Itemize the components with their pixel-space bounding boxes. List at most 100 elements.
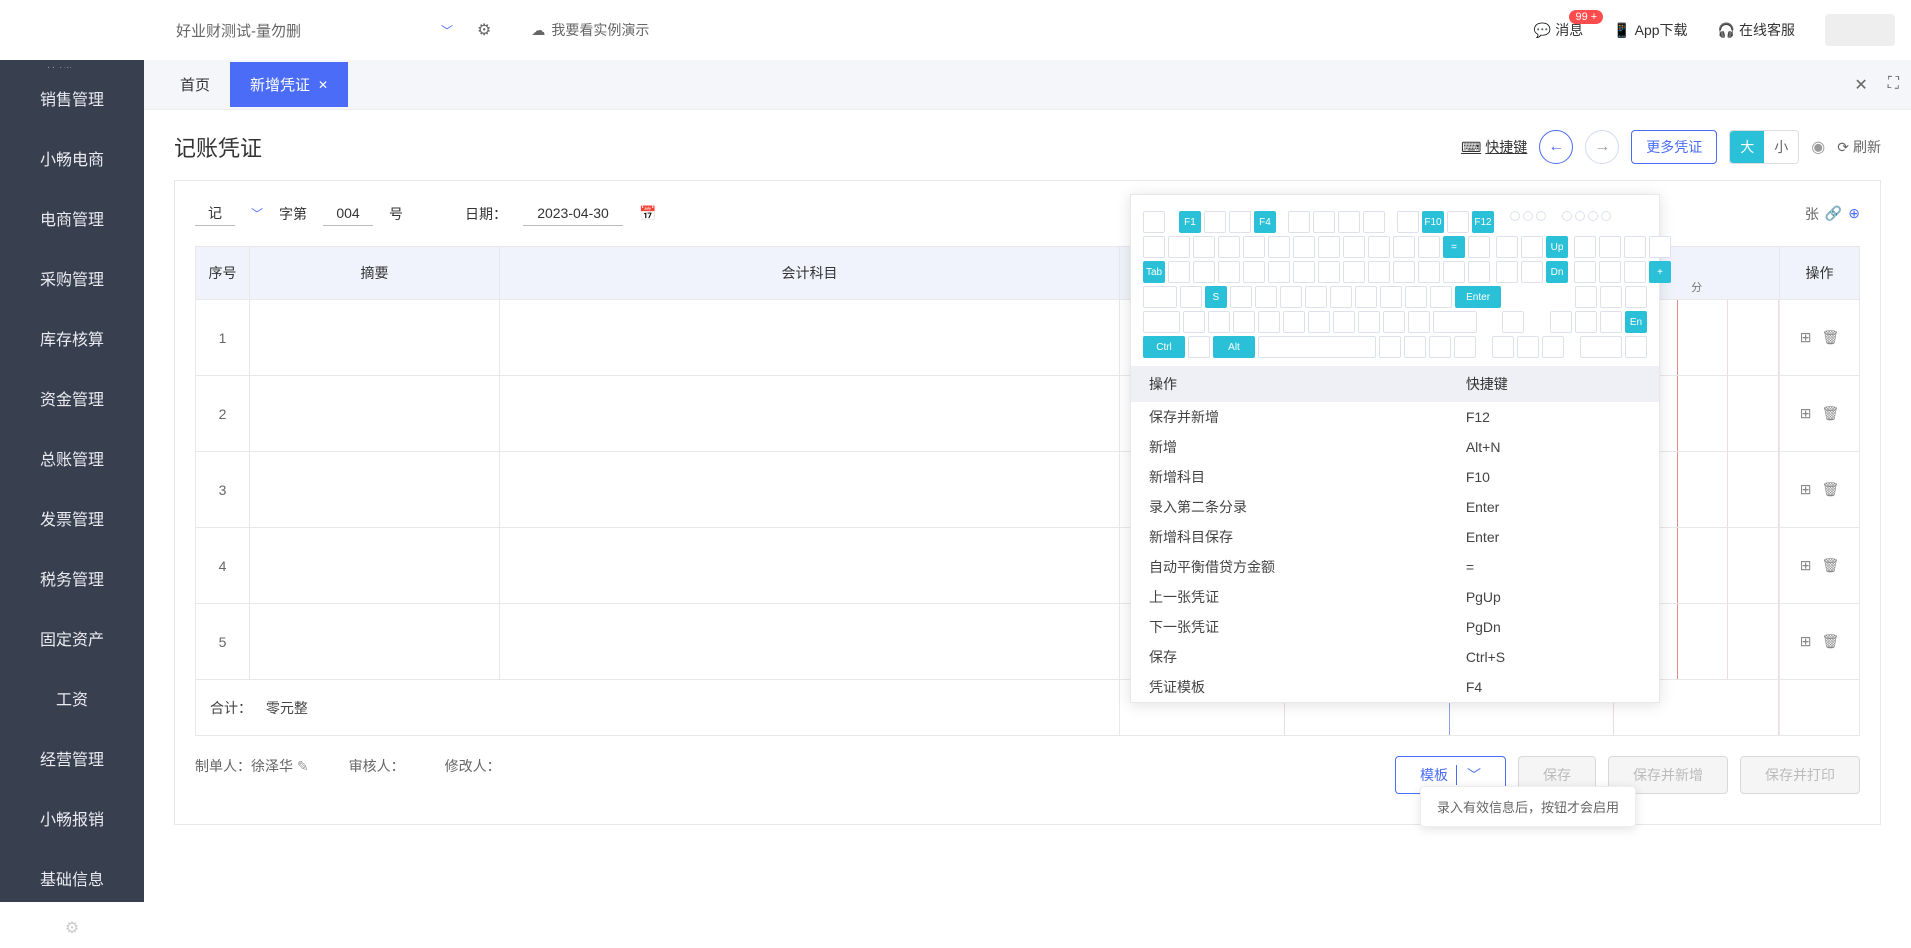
edit-icon[interactable]: ✎: [297, 758, 309, 774]
shortcut-row: 下一张凭证PgDn: [1131, 612, 1659, 642]
summary-cell[interactable]: [250, 452, 500, 528]
label: 字第: [279, 204, 307, 224]
eye-icon[interactable]: ◉: [1811, 137, 1825, 157]
sc-key: Enter: [1448, 492, 1659, 522]
close-tab-icon[interactable]: ✕: [1850, 71, 1871, 99]
user-avatar[interactable]: [1825, 14, 1895, 46]
sidebar-item[interactable]: 经营管理: [0, 728, 144, 788]
voucher-date-input[interactable]: [523, 201, 623, 226]
size-small-button[interactable]: 小: [1764, 131, 1798, 163]
refresh-button[interactable]: ⟳ 刷新: [1837, 137, 1881, 157]
total-text: 零元整: [266, 700, 308, 716]
app-header: 好业财测试-量勿删 ﹀ ⚙ ☁ 我要看实例演示 💬 消息 99 + 📱 App下…: [0, 0, 1911, 60]
sc-action: 新增: [1131, 432, 1448, 462]
sidebar-item[interactable]: 库存核算: [0, 308, 144, 368]
account-cell[interactable]: [500, 300, 1120, 376]
sidebar-item[interactable]: 总账管理: [0, 428, 144, 488]
size-large-button[interactable]: 大: [1730, 131, 1764, 163]
account-cell[interactable]: [500, 604, 1120, 680]
account-cell[interactable]: [500, 452, 1120, 528]
sc-action: 上一张凭证: [1131, 582, 1448, 612]
sidebar-item[interactable]: 工资: [0, 668, 144, 728]
keyboard-diagram: F1F4 F10F12 = Up Tab Dn + SEnter: [1131, 195, 1659, 366]
attachment-icon[interactable]: 🔗: [1825, 205, 1842, 222]
org-selector[interactable]: 好业财测试-量勿删 ﹀: [176, 16, 453, 45]
sc-action: 新增科目保存: [1131, 522, 1448, 552]
sidebar: 营销…… 销售管理 小畅电商 电商管理 采购管理 库存核算 资金管理 总账管理 …: [0, 60, 144, 902]
sc-action: 保存并新增: [1131, 402, 1448, 432]
add-row-icon[interactable]: ⊞: [1800, 557, 1812, 574]
sidebar-item[interactable]: 小畅报销: [0, 788, 144, 848]
sidebar-item[interactable]: 基础信息: [0, 848, 144, 908]
seq-cell: 1: [196, 300, 250, 376]
add-icon[interactable]: ⊕: [1848, 205, 1860, 222]
fullscreen-icon[interactable]: ⛶: [1884, 71, 1903, 99]
sidebar-item[interactable]: 固定资产: [0, 608, 144, 668]
sidebar-item[interactable]: 销售管理: [0, 68, 144, 128]
sidebar-item[interactable]: 发票管理: [0, 488, 144, 548]
keyboard-icon: ⌨: [1461, 139, 1481, 156]
chevron-down-icon[interactable]: ﹀: [1456, 765, 1481, 785]
size-toggle: 大 小: [1729, 130, 1799, 164]
close-icon[interactable]: ✕: [318, 78, 328, 92]
account-cell[interactable]: [500, 376, 1120, 452]
app-download-link[interactable]: 📱 App下载: [1613, 20, 1687, 40]
shortcut-link[interactable]: ⌨ 快捷键: [1461, 137, 1527, 157]
summary-cell[interactable]: [250, 604, 500, 680]
delete-row-icon[interactable]: 🗑: [1821, 633, 1839, 650]
page-title: 记账凭证: [174, 131, 262, 163]
more-vouchers-button[interactable]: 更多凭证: [1631, 130, 1717, 164]
shortcut-row: 新增科目F10: [1131, 462, 1659, 492]
summary-cell[interactable]: [250, 300, 500, 376]
date-label: 日期：: [465, 204, 507, 224]
sc-key: PgDn: [1448, 612, 1659, 642]
sc-action: 录入第二条分录: [1131, 492, 1448, 522]
voucher-type-input[interactable]: [195, 201, 235, 226]
messages-link[interactable]: 💬 消息 99 +: [1534, 20, 1583, 40]
summary-cell[interactable]: [250, 376, 500, 452]
account-cell[interactable]: [500, 528, 1120, 604]
add-row-icon[interactable]: ⊞: [1800, 329, 1812, 346]
sidebar-item[interactable]: 采购管理: [0, 248, 144, 308]
next-voucher-arrow[interactable]: →: [1585, 130, 1619, 164]
chevron-down-icon[interactable]: ﹀: [251, 205, 263, 222]
add-row-icon[interactable]: ⊞: [1800, 633, 1812, 650]
shortcut-row: 上一张凭证PgUp: [1131, 582, 1659, 612]
th-seq: 序号: [196, 247, 250, 300]
support-link[interactable]: 🎧 在线客服: [1718, 20, 1795, 40]
shortcut-popup: F1F4 F10F12 = Up Tab Dn + SEnter: [1130, 194, 1660, 703]
prev-voucher-arrow[interactable]: ←: [1539, 130, 1573, 164]
seq-cell: 5: [196, 604, 250, 680]
shortcut-row: 新增科目保存Enter: [1131, 522, 1659, 552]
sidebar-item[interactable]: 资金管理: [0, 368, 144, 428]
summary-cell[interactable]: [250, 528, 500, 604]
tab-home[interactable]: 首页: [160, 62, 230, 107]
shortcut-row: 保存并新增F12: [1131, 402, 1659, 432]
sidebar-item[interactable]: 电商管理: [0, 188, 144, 248]
delete-row-icon[interactable]: 🗑: [1821, 481, 1839, 498]
tab-new-voucher[interactable]: 新增凭证 ✕: [230, 62, 348, 107]
add-row-icon[interactable]: ⊞: [1800, 405, 1812, 422]
delete-row-icon[interactable]: 🗑: [1821, 557, 1839, 574]
save-print-button[interactable]: 保存并打印: [1740, 756, 1860, 794]
delete-row-icon[interactable]: 🗑: [1821, 405, 1839, 422]
sidebar-item[interactable]: 小畅电商: [0, 128, 144, 188]
headset-icon: 🎧: [1718, 22, 1735, 39]
sidebar-item-cut[interactable]: 营销……: [0, 60, 144, 68]
shortcut-row: 自动平衡借贷方金额=: [1131, 552, 1659, 582]
delete-row-icon[interactable]: 🗑: [1821, 329, 1839, 346]
label: 张: [1805, 204, 1819, 224]
sc-action: 下一张凭证: [1131, 612, 1448, 642]
shortcut-table: 操作 快捷键 保存并新增F12新增Alt+N新增科目F10录入第二条分录Ente…: [1131, 366, 1659, 702]
settings-icon[interactable]: ⚙: [477, 20, 491, 40]
voucher-number-input[interactable]: [323, 201, 373, 226]
sc-action: 凭证模板: [1131, 672, 1448, 702]
sc-key: PgUp: [1448, 582, 1659, 612]
add-row-icon[interactable]: ⊞: [1800, 481, 1812, 498]
sidebar-item[interactable]: 税务管理: [0, 548, 144, 608]
sc-key: F4: [1448, 672, 1659, 702]
sidebar-settings-icon[interactable]: ⚙: [0, 908, 144, 948]
speech-icon: ☁: [531, 22, 545, 39]
calendar-icon[interactable]: 📅: [639, 205, 656, 222]
demo-link[interactable]: ☁ 我要看实例演示: [531, 20, 649, 40]
